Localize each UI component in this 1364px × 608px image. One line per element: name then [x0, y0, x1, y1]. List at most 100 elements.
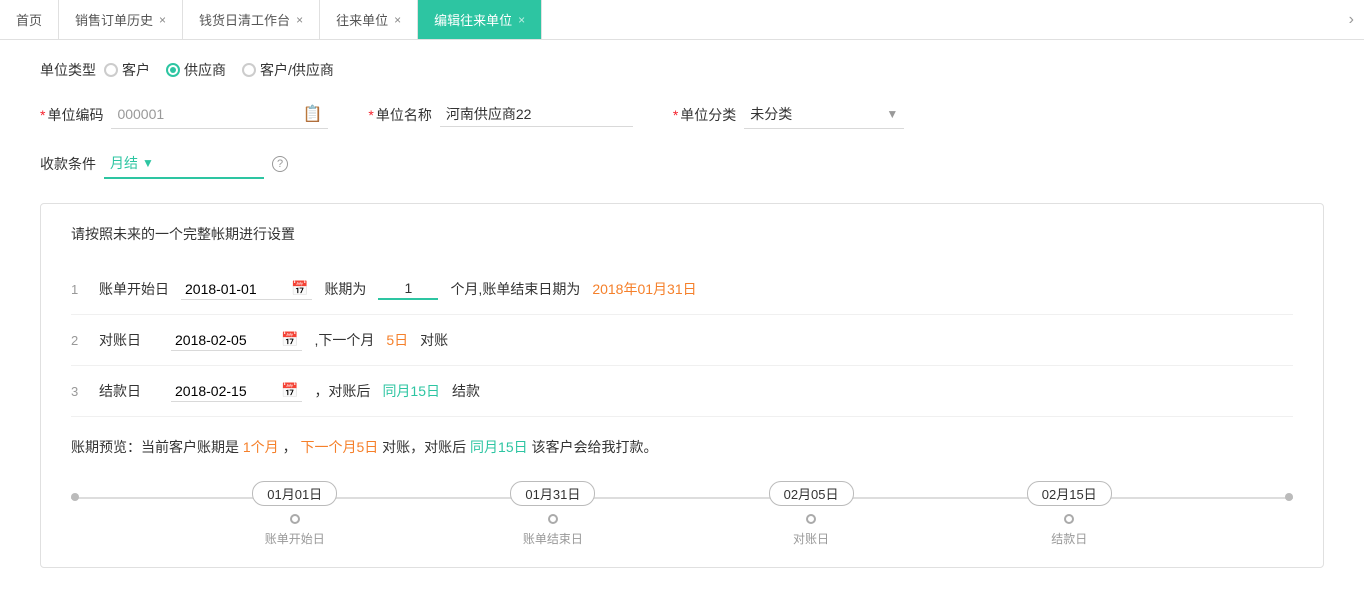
row-number-2: 2: [71, 333, 87, 348]
unit-category-value: 未分类: [750, 104, 882, 124]
radio-supplier-circle: [166, 63, 180, 77]
unit-info-row: *单位编码 📋 *单位名称 *单位分类 未分类 ▼: [40, 100, 1324, 129]
preview-sep1: ，: [283, 439, 297, 455]
row-label-1: 账单开始日: [99, 279, 169, 299]
timeline-date-3: 02月05日: [769, 481, 854, 506]
suffix-3c: 结款: [452, 381, 480, 401]
payment-condition-select[interactable]: 月结 ▼: [104, 149, 264, 179]
copy-icon[interactable]: 📋: [302, 104, 322, 124]
tab-edit-counterparty[interactable]: 编辑往来单位 ×: [418, 0, 542, 39]
tab-cashflow-label: 钱货日清工作台: [199, 10, 290, 29]
tab-cashflow-close[interactable]: ×: [296, 13, 303, 27]
radio-both-circle: [242, 63, 256, 77]
suffix-3a: ，对账后: [314, 381, 370, 401]
payment-chevron-icon: ▼: [142, 156, 154, 170]
setting-row-2: 2 对账日 📅 ,下一个月 5日 对账: [71, 315, 1293, 366]
timeline-date-1: 01月01日: [252, 481, 337, 506]
unit-type-row: 单位类型 客户 供应商 客户/供应商: [40, 60, 1324, 80]
setting-row-3: 3 结款日 📅 ，对账后 同月15日 结款: [71, 366, 1293, 417]
tab-sales-history-close[interactable]: ×: [159, 13, 166, 27]
unit-code-input[interactable]: [117, 106, 298, 122]
unit-name-group: *单位名称: [368, 102, 632, 127]
payment-condition-value: 月结: [110, 153, 138, 173]
unit-category-label: *单位分类: [673, 105, 736, 125]
timeline-dot-1: [290, 514, 300, 524]
payment-label: 收款条件: [40, 154, 96, 174]
tab-counterparty[interactable]: 往来单位 ×: [320, 0, 418, 39]
tab-home-label: 首页: [16, 10, 42, 29]
suffix-2c: 对账: [420, 330, 448, 350]
unit-category-select[interactable]: 未分类 ▼: [744, 100, 904, 129]
period-end-date: 2018年01月31日: [592, 279, 696, 299]
calendar-icon-3[interactable]: 📅: [281, 382, 298, 399]
setting-row-1: 1 账单开始日 📅 账期为 个月,账单结束日期为 2018年01月31日: [71, 264, 1293, 315]
preview-part1: 1个月: [243, 439, 279, 455]
timeline-label-4: 结款日: [1051, 530, 1087, 547]
radio-both-label: 客户/供应商: [260, 60, 334, 80]
tab-counterparty-label: 往来单位: [336, 10, 388, 29]
settings-box: 请按照未来的一个完整帐期进行设置 1 账单开始日 📅 账期为 个月,账单结束日期…: [40, 203, 1324, 568]
timeline-dot-3: [806, 514, 816, 524]
timeline-node-4: 02月15日 结款日: [1027, 481, 1112, 547]
content-area: 单位类型 客户 供应商 客户/供应商 *单位编码: [0, 40, 1364, 608]
help-icon[interactable]: ?: [272, 156, 288, 172]
timeline-label-1: 账单开始日: [265, 530, 325, 547]
suffix-2a: ,下一个月: [314, 330, 374, 350]
unit-type-label: 单位类型: [40, 60, 96, 80]
timeline-date-2: 01月31日: [510, 481, 595, 506]
preview-sep2: 对账，对账后: [382, 439, 466, 455]
period-input[interactable]: [378, 278, 438, 300]
timeline-node-1: 01月01日 账单开始日: [252, 481, 337, 547]
tab-edit-counterparty-label: 编辑往来单位: [434, 10, 512, 29]
timeline-start-dot: [71, 493, 79, 501]
radio-customer-circle: [104, 63, 118, 77]
unit-name-input[interactable]: [440, 102, 633, 127]
row-label-2: 对账日: [99, 330, 159, 350]
row-number-3: 3: [71, 384, 87, 399]
unit-code-input-wrap: 📋: [111, 100, 328, 129]
suffix-2b: 5日: [386, 330, 408, 350]
period-unit-1: 个月,账单结束日期为: [450, 279, 580, 299]
timeline: 01月01日 账单开始日 01月31日 账单结束日 02月05日 对账日: [71, 481, 1293, 547]
radio-supplier[interactable]: 供应商: [166, 60, 226, 80]
calendar-icon-1[interactable]: 📅: [291, 280, 308, 297]
date-input-3: 📅: [171, 380, 302, 402]
unit-code-label: *单位编码: [40, 105, 103, 125]
tab-bar: 首页 销售订单历史 × 钱货日清工作台 × 往来单位 × 编辑往来单位 × ›: [0, 0, 1364, 40]
radio-customer[interactable]: 客户: [104, 60, 150, 80]
tab-arrow[interactable]: ›: [1339, 11, 1364, 29]
date-field-3[interactable]: [175, 383, 275, 399]
tab-sales-history-label: 销售订单历史: [75, 10, 153, 29]
date-field-1[interactable]: [185, 281, 285, 297]
unit-category-group: *单位分类 未分类 ▼: [673, 100, 904, 129]
preview-row: 账期预览：当前客户账期是 1个月 ， 下一个月5日 对账，对账后 同月15日 该…: [71, 417, 1293, 471]
radio-group: 客户 供应商 客户/供应商: [104, 60, 334, 80]
row-number-1: 1: [71, 282, 87, 297]
tab-cashflow[interactable]: 钱货日清工作台 ×: [183, 0, 320, 39]
required-mark-code: *: [40, 107, 45, 123]
preview-suffix: 该客户会给我打款。: [532, 439, 658, 455]
unit-type-group: 单位类型 客户 供应商 客户/供应商: [40, 60, 334, 80]
radio-both[interactable]: 客户/供应商: [242, 60, 334, 80]
calendar-icon-2[interactable]: 📅: [281, 331, 298, 348]
timeline-node-2: 01月31日 账单结束日: [510, 481, 595, 547]
tab-home[interactable]: 首页: [0, 0, 59, 39]
date-input-2: 📅: [171, 329, 302, 351]
row-label-3: 结款日: [99, 381, 159, 401]
tab-counterparty-close[interactable]: ×: [394, 13, 401, 27]
timeline-date-4: 02月15日: [1027, 481, 1112, 506]
timeline-label-2: 账单结束日: [523, 530, 583, 547]
timeline-node-3: 02月05日 对账日: [769, 481, 854, 547]
radio-supplier-label: 供应商: [184, 60, 226, 80]
mid-text-1: 账期为: [324, 279, 366, 299]
tab-sales-history[interactable]: 销售订单历史 ×: [59, 0, 183, 39]
unit-name-label: *单位名称: [368, 105, 431, 125]
tab-edit-counterparty-close[interactable]: ×: [518, 13, 525, 27]
preview-prefix: 账期预览：当前客户账期是: [71, 439, 239, 455]
suffix-3b: 同月15日: [382, 381, 440, 401]
payment-row: 收款条件 月结 ▼ ?: [40, 149, 1324, 179]
required-mark-cat: *: [673, 107, 678, 123]
date-field-2[interactable]: [175, 332, 275, 348]
timeline-dot-2: [548, 514, 558, 524]
preview-part3: 同月15日: [470, 439, 528, 455]
